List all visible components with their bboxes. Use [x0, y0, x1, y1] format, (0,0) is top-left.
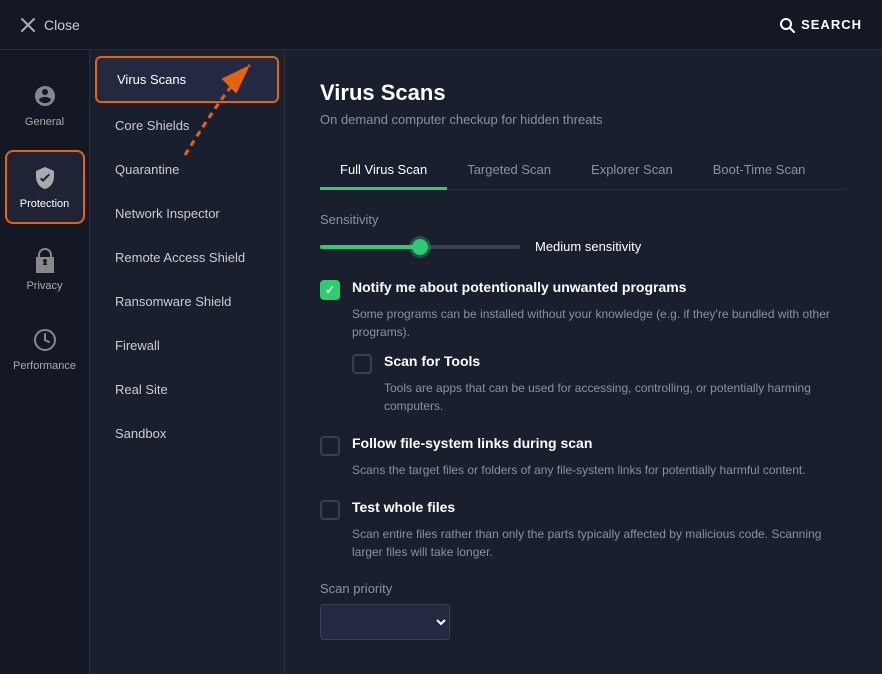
checkbox-filesystem-links[interactable]	[320, 436, 340, 456]
menu-item-real-site[interactable]: Real Site	[95, 368, 279, 411]
option-whole-files-desc: Scan entire files rather than only the p…	[352, 525, 847, 561]
option-whole-files: Test whole files Scan entire files rathe…	[320, 499, 847, 561]
sidebar-item-general[interactable]: General	[5, 70, 85, 140]
sidebar-item-performance[interactable]: Performance	[5, 314, 85, 384]
close-button[interactable]: Close	[20, 17, 80, 33]
slider-fill	[320, 245, 420, 249]
checkbox-whole-files[interactable]	[320, 500, 340, 520]
sensitivity-value-label: Medium sensitivity	[535, 239, 641, 254]
option-whole-files-title: Test whole files	[352, 499, 455, 515]
sensitivity-label: Sensitivity	[320, 212, 847, 227]
page-subtitle: On demand computer checkup for hidden th…	[320, 112, 847, 127]
slider-track[interactable]	[320, 245, 520, 249]
main-layout: General Protection Privacy Performance V…	[0, 50, 882, 674]
tabs: Full Virus Scan Targeted Scan Explorer S…	[320, 152, 847, 190]
close-label: Close	[44, 17, 80, 33]
sub-option-scan-tools-desc: Tools are apps that can be used for acce…	[384, 379, 847, 415]
scan-priority-select[interactable]	[320, 604, 450, 640]
menu-item-quarantine[interactable]: Quarantine	[95, 148, 279, 191]
option-filesystem-desc: Scans the target files or folders of any…	[352, 461, 847, 479]
privacy-icon	[31, 246, 59, 274]
option-filesystem-links: Follow file-system links during scan Sca…	[320, 435, 847, 479]
topbar: Close SEARCH	[0, 0, 882, 50]
sidebar-icons: General Protection Privacy Performance	[0, 50, 90, 674]
search-icon	[779, 17, 795, 33]
sidebar-item-privacy[interactable]: Privacy	[5, 234, 85, 304]
slider-thumb[interactable]	[412, 239, 428, 255]
sidebar-item-performance-label: Performance	[13, 360, 76, 372]
menu-item-core-shields[interactable]: Core Shields	[95, 104, 279, 147]
checkbox-pup-notify[interactable]	[320, 280, 340, 300]
option-filesystem-title: Follow file-system links during scan	[352, 435, 592, 451]
sidebar-item-protection[interactable]: Protection	[5, 150, 85, 224]
sidebar-item-privacy-label: Privacy	[26, 280, 62, 292]
sub-option-scan-tools-title: Scan for Tools	[384, 353, 480, 369]
menu-item-remote-access-shield[interactable]: Remote Access Shield	[95, 236, 279, 279]
option-pup-desc: Some programs can be installed without y…	[352, 305, 847, 341]
search-button[interactable]: SEARCH	[779, 17, 862, 33]
option-filesystem-row: Follow file-system links during scan	[320, 435, 847, 456]
general-icon	[31, 82, 59, 110]
sensitivity-slider-container: Medium sensitivity	[320, 239, 847, 254]
sidebar-item-general-label: General	[25, 116, 64, 128]
sidebar-item-protection-label: Protection	[20, 198, 70, 210]
page-title: Virus Scans	[320, 80, 847, 106]
tab-targeted-scan[interactable]: Targeted Scan	[447, 152, 571, 190]
checkbox-scan-tools[interactable]	[352, 354, 372, 374]
menu-item-ransomware-shield[interactable]: Ransomware Shield	[95, 280, 279, 323]
option-whole-files-row: Test whole files	[320, 499, 847, 520]
tab-explorer-scan[interactable]: Explorer Scan	[571, 152, 693, 190]
sub-option-scan-tools: Scan for Tools Tools are apps that can b…	[352, 353, 847, 415]
menu-item-sandbox[interactable]: Sandbox	[95, 412, 279, 455]
sidebar-menu: Virus Scans Core Shields Quarantine Netw…	[90, 50, 285, 674]
menu-item-firewall[interactable]: Firewall	[95, 324, 279, 367]
search-label: SEARCH	[801, 17, 862, 32]
option-pup-notify: Notify me about potentionally unwanted p…	[320, 279, 847, 415]
scan-priority-label: Scan priority	[320, 581, 847, 596]
option-pup-row: Notify me about potentionally unwanted p…	[320, 279, 847, 300]
menu-item-network-inspector[interactable]: Network Inspector	[95, 192, 279, 235]
sub-option-scan-tools-row: Scan for Tools	[352, 353, 847, 374]
menu-item-virus-scans[interactable]: Virus Scans	[95, 56, 279, 103]
protection-icon	[31, 164, 59, 192]
close-icon	[20, 17, 36, 33]
tab-full-virus-scan[interactable]: Full Virus Scan	[320, 152, 447, 190]
performance-icon	[31, 326, 59, 354]
tab-boot-time-scan[interactable]: Boot-Time Scan	[693, 152, 826, 190]
option-pup-title: Notify me about potentionally unwanted p…	[352, 279, 686, 295]
main-content: Virus Scans On demand computer checkup f…	[285, 50, 882, 674]
